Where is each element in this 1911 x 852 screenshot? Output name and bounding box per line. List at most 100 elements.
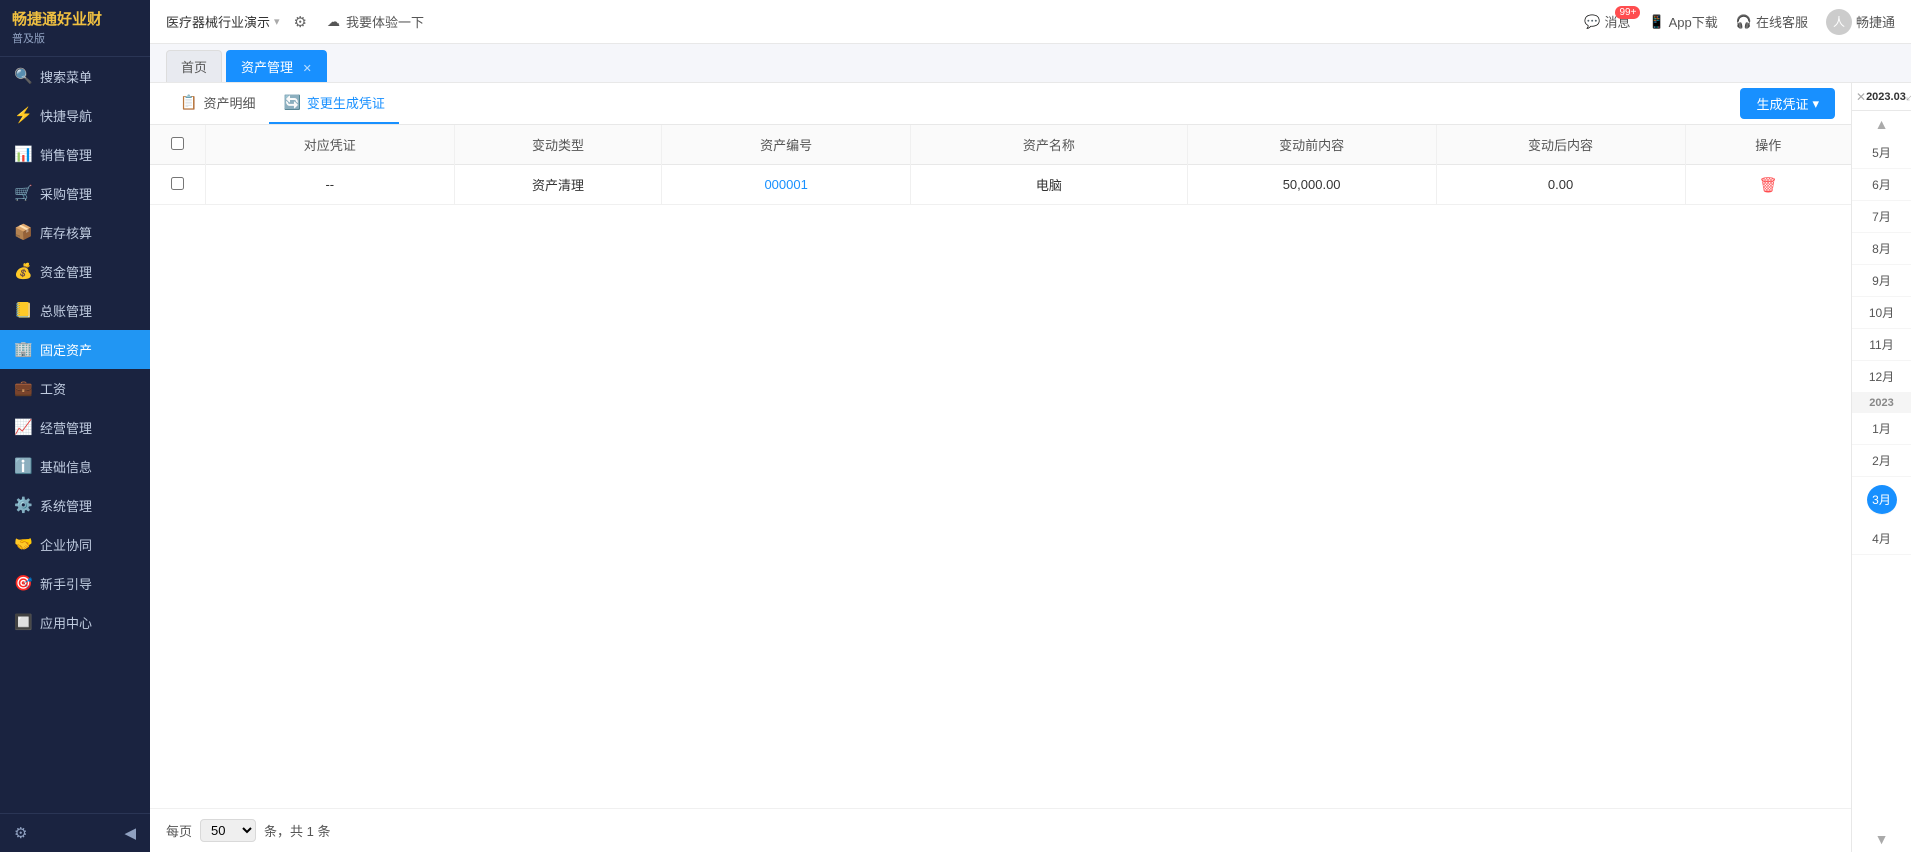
col-voucher: 对应凭证 <box>205 125 454 165</box>
collapse-icon[interactable]: ◀ <box>124 824 136 842</box>
user-menu[interactable]: 人 畅捷通 <box>1826 9 1895 35</box>
col-name: 资产名称 <box>911 125 1188 165</box>
col-op: 操作 <box>1685 125 1851 165</box>
customer-service-label: 在线客服 <box>1756 12 1808 31</box>
per-page-select[interactable]: 50 10 20 100 <box>200 819 256 842</box>
settings-icon[interactable]: ⚙ <box>14 824 27 842</box>
delete-icon[interactable]: 🗑 <box>1759 177 1778 194</box>
sidebar-item-label: 总账管理 <box>40 301 92 320</box>
close-icon[interactable]: ✕ <box>303 63 312 75</box>
box-icon: 📦 <box>14 223 32 241</box>
cal-year-2023: 2023 <box>1852 393 1911 413</box>
company-selector[interactable]: 医疗器械行业演示 ▾ <box>166 12 280 31</box>
sidebar-item-label: 资金管理 <box>40 262 92 281</box>
cell-asset-name: 电脑 <box>911 165 1188 205</box>
company-name: 医疗器械行业演示 <box>166 12 270 31</box>
row-checkbox[interactable] <box>171 177 184 190</box>
sidebar-item-inventory[interactable]: 📦 库存核算 <box>0 213 150 252</box>
sidebar-item-ledger[interactable]: 📒 总账管理 <box>0 291 150 330</box>
sidebar-item-salary[interactable]: 💼 工资 <box>0 369 150 408</box>
sidebar-item-label: 基础信息 <box>40 457 92 476</box>
customer-service-btn[interactable]: 🎧 在线客服 <box>1736 12 1808 31</box>
messages-badge: 99+ <box>1615 6 1640 19</box>
sidebar-item-assets[interactable]: 🏢 固定资产 <box>0 330 150 369</box>
cal-month-10[interactable]: 10月 <box>1852 297 1911 329</box>
cal-month-2023-3[interactable]: 3月 <box>1867 485 1897 515</box>
sidebar-item-collab[interactable]: 🤝 企业协同 <box>0 525 150 564</box>
sidebar-item-quick-nav[interactable]: ⚡ 快捷导航 <box>0 96 150 135</box>
cal-month-9[interactable]: 9月 <box>1852 265 1911 297</box>
per-page-label: 每页 <box>166 821 192 840</box>
sidebar-item-management[interactable]: 📈 经营管理 <box>0 408 150 447</box>
tab-asset-mgmt[interactable]: 资产管理 ✕ <box>226 50 327 82</box>
cal-month-5[interactable]: 5月 <box>1852 137 1911 169</box>
cal-month-2023-1[interactable]: 1月 <box>1852 413 1911 445</box>
experience-label: 我要体验一下 <box>346 12 424 31</box>
table-wrapper: 对应凭证 变动类型 资产编号 资产名称 变动前内容 变动后内容 操作 <box>150 125 1851 808</box>
cal-expand-btn[interactable]: ⤢ <box>1906 89 1911 104</box>
experience-btn[interactable]: ☁ 我要体验一下 <box>327 12 424 31</box>
search-icon: 🔍 <box>14 67 32 85</box>
sidebar-item-app-center[interactable]: 🔲 应用中心 <box>0 603 150 642</box>
cal-month-6[interactable]: 6月 <box>1852 169 1911 201</box>
sidebar-item-basic-info[interactable]: ℹ️ 基础信息 <box>0 447 150 486</box>
cell-voucher: -- <box>205 165 454 205</box>
settings-icon[interactable]: ⚙ <box>294 13 307 31</box>
cal-month-11[interactable]: 11月 <box>1852 329 1911 361</box>
cart-icon: 🛒 <box>14 184 32 202</box>
gear-icon: ⚙️ <box>14 496 32 514</box>
sidebar-item-label: 应用中心 <box>40 613 92 632</box>
calendar-scroll: 5月 6月 7月 8月 9月 10月 11月 12月 2023 1月 2月 3月… <box>1852 137 1911 826</box>
topbar-right: 💬 消息 99+ 📱 App下载 🎧 在线客服 人 畅捷通 <box>1584 9 1895 35</box>
cal-month-8[interactable]: 8月 <box>1852 233 1911 265</box>
messages-btn[interactable]: 💬 消息 99+ <box>1584 12 1630 31</box>
select-all-checkbox[interactable] <box>171 137 184 150</box>
sidebar-item-system[interactable]: ⚙️ 系统管理 <box>0 486 150 525</box>
cell-op: 🗑 <box>1685 165 1851 205</box>
sidebar-item-finance[interactable]: 💰 资金管理 <box>0 252 150 291</box>
headset-icon: 🎧 <box>1736 14 1752 30</box>
main-content: 医疗器械行业演示 ▾ ⚙ ☁ 我要体验一下 💬 消息 99+ 📱 App下载 🎧… <box>150 0 1911 852</box>
cal-month-2023-2[interactable]: 2月 <box>1852 445 1911 477</box>
cal-month-7[interactable]: 7月 <box>1852 201 1911 233</box>
trend-icon: 📈 <box>14 418 32 436</box>
change-icon: 🔄 <box>283 94 300 111</box>
sub-tab-actions: 生成凭证 ▾ <box>1740 88 1835 119</box>
col-type: 变动类型 <box>454 125 661 165</box>
sidebar-item-purchase[interactable]: 🛒 采购管理 <box>0 174 150 213</box>
sidebar-item-label: 企业协同 <box>40 535 92 554</box>
tab-home[interactable]: 首页 <box>166 50 222 82</box>
logo-text: 畅捷通好业财 <box>12 10 102 30</box>
chevron-down-icon: ▾ <box>1812 96 1819 112</box>
asset-panel: 📋 资产明细 🔄 变更生成凭证 生成凭证 ▾ <box>150 83 1851 852</box>
lightning-icon: ⚡ <box>14 106 32 124</box>
table-row: -- 资产清理 000001 电脑 50,000.00 0.00 🗑 <box>150 165 1851 205</box>
sub-tab-change-voucher[interactable]: 🔄 变更生成凭证 <box>269 83 398 124</box>
cal-prev-btn[interactable]: ✕ <box>1856 90 1866 104</box>
cal-up-btn[interactable]: ▲ <box>1852 111 1911 137</box>
tab-asset-mgmt-label: 资产管理 <box>241 60 293 75</box>
sub-tab-asset-detail-label: 资产明细 <box>203 93 255 112</box>
sub-tab-asset-detail[interactable]: 📋 资产明细 <box>166 83 269 124</box>
cell-before-content: 50,000.00 <box>1187 165 1436 205</box>
sidebar-item-sales[interactable]: 📊 销售管理 <box>0 135 150 174</box>
cal-month-12[interactable]: 12月 <box>1852 361 1911 393</box>
app-download-btn[interactable]: 📱 App下载 <box>1648 12 1717 31</box>
calendar-panel: ✕ 2023.03 ⤢ ▲ 5月 6月 7月 8月 9月 10月 11月 12月… <box>1851 83 1911 852</box>
list-icon: 📋 <box>180 94 197 111</box>
cal-down-btn[interactable]: ▼ <box>1852 826 1911 852</box>
money-icon: 💰 <box>14 262 32 280</box>
sub-tab-change-voucher-label: 变更生成凭证 <box>307 93 385 112</box>
sidebar-item-label: 经营管理 <box>40 418 92 437</box>
cal-month-2023-4[interactable]: 4月 <box>1852 523 1911 555</box>
sidebar-item-label: 采购管理 <box>40 184 92 203</box>
col-after: 变动后内容 <box>1436 125 1685 165</box>
logo-sub: 普及版 <box>12 30 45 46</box>
col-before: 变动前内容 <box>1187 125 1436 165</box>
generate-voucher-button[interactable]: 生成凭证 ▾ <box>1740 88 1835 119</box>
phone-icon: 📱 <box>1648 14 1664 30</box>
sidebar-item-search[interactable]: 🔍 搜索菜单 <box>0 57 150 96</box>
sidebar-nav: 🔍 搜索菜单 ⚡ 快捷导航 📊 销售管理 🛒 采购管理 📦 库存核算 💰 资金管… <box>0 57 150 814</box>
handshake-icon: 🤝 <box>14 535 32 553</box>
sidebar-item-guide[interactable]: 🎯 新手引导 <box>0 564 150 603</box>
